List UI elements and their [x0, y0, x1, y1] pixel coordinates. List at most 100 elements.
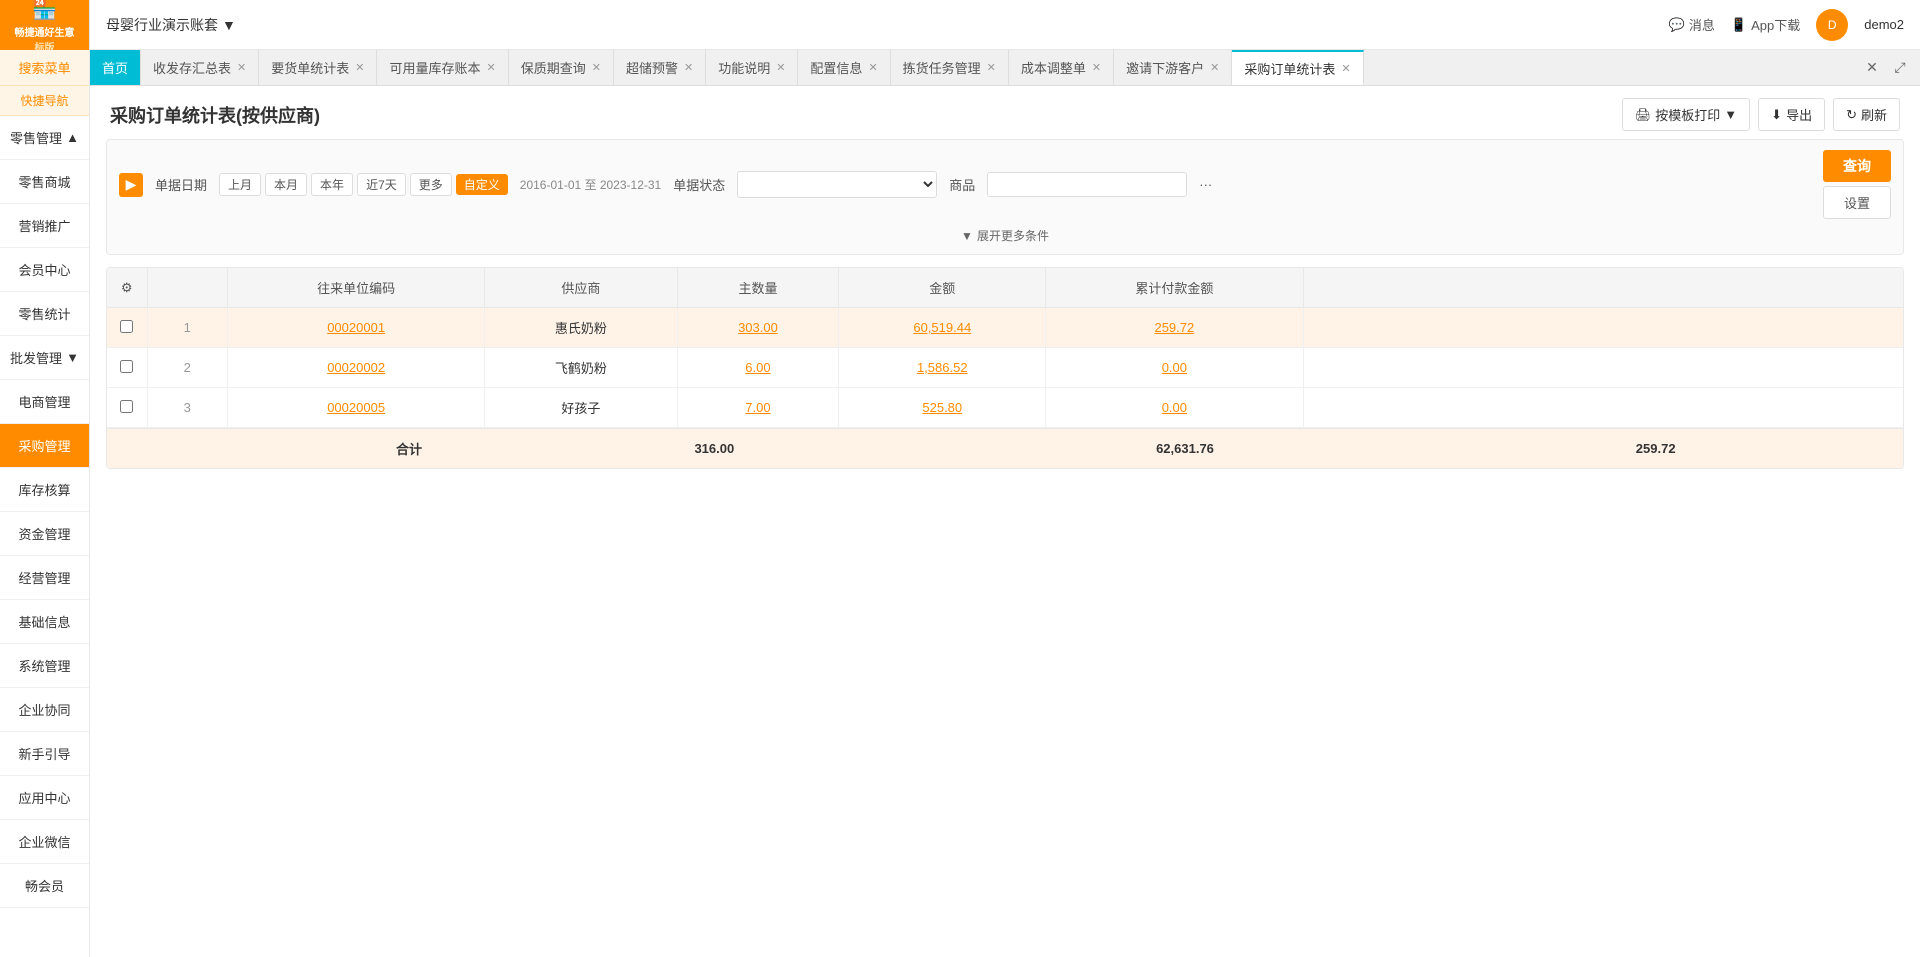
- paid-link[interactable]: 259.72: [1154, 320, 1194, 335]
- row-checkbox-input[interactable]: [120, 360, 133, 373]
- sidebar-item-retail-stats[interactable]: 零售统计: [0, 292, 89, 336]
- this-month-button[interactable]: 本月: [265, 173, 307, 196]
- row-checkbox[interactable]: [107, 348, 147, 388]
- row-supplier: 好孩子: [485, 388, 677, 428]
- paid-link[interactable]: 0.00: [1162, 360, 1187, 375]
- tab-tuohuo[interactable]: 拣货任务管理 ✕: [891, 50, 1009, 86]
- amount-link[interactable]: 1,586.52: [917, 360, 968, 375]
- sidebar-item-retail[interactable]: 零售管理 ▲: [0, 116, 89, 160]
- tab-close-icon[interactable]: ✕: [1210, 61, 1219, 74]
- close-tab-btn[interactable]: ✕: [1860, 56, 1884, 80]
- row-supplier: 惠氏奶粉: [485, 308, 677, 348]
- qty-link[interactable]: 6.00: [745, 360, 770, 375]
- sidebar-item-inventory[interactable]: 库存核算: [0, 468, 89, 512]
- tab-close-icon[interactable]: ✕: [355, 61, 364, 74]
- num-column-header: [147, 268, 228, 308]
- tabs-actions: ✕ ⤢: [1852, 56, 1920, 80]
- footer-paid: 259.72: [1420, 441, 1891, 456]
- tab-shoufahui[interactable]: 收发存汇总表 ✕: [141, 50, 259, 86]
- sidebar-item-enterprise[interactable]: 企业协同: [0, 688, 89, 732]
- tab-caigou[interactable]: 采购订单统计表 ✕: [1232, 50, 1363, 86]
- sidebar-item-purchase[interactable]: 采购管理: [0, 424, 89, 468]
- sidebar-item-wholesale[interactable]: 批发管理 ▼: [0, 336, 89, 380]
- settings-button[interactable]: 设置: [1823, 186, 1891, 219]
- tab-close-icon[interactable]: ✕: [592, 61, 601, 74]
- sidebar-item-ecommerce[interactable]: 电商管理: [0, 380, 89, 424]
- sidebar-item-operations[interactable]: 经营管理: [0, 556, 89, 600]
- app-download-btn[interactable]: 📱 App下载: [1731, 15, 1800, 34]
- tab-yaohuo[interactable]: 要货单统计表 ✕: [259, 50, 377, 86]
- paid-link[interactable]: 0.00: [1162, 400, 1187, 415]
- sidebar-item-finance[interactable]: 资金管理: [0, 512, 89, 556]
- avatar[interactable]: D: [1816, 9, 1848, 41]
- sidebar-item-system[interactable]: 系统管理: [0, 644, 89, 688]
- more-options-icon[interactable]: ···: [1199, 177, 1212, 192]
- filter-toggle-button[interactable]: ▶: [119, 173, 143, 197]
- tab-label: 邀请下游客户: [1126, 58, 1204, 77]
- tab-label: 可用量库存账本: [389, 58, 480, 77]
- row-checkbox[interactable]: [107, 388, 147, 428]
- sidebar-item-newbie[interactable]: 新手引导: [0, 732, 89, 776]
- tab-chaochuyujing[interactable]: 超储预警 ✕: [614, 50, 706, 86]
- custom-badge[interactable]: 自定义: [456, 174, 508, 195]
- tab-close-icon[interactable]: ✕: [1341, 62, 1350, 75]
- amount-link[interactable]: 60,519.44: [913, 320, 971, 335]
- settings-icon[interactable]: ⚙: [121, 280, 133, 295]
- sidebar-item-member[interactable]: 会员中心: [0, 248, 89, 292]
- export-button[interactable]: ⬇ 导出: [1758, 98, 1825, 131]
- tab-close-icon[interactable]: ✕: [868, 61, 877, 74]
- sidebar-item-vip[interactable]: 畅会员: [0, 864, 89, 908]
- row-checkbox-input[interactable]: [120, 320, 133, 333]
- code-link[interactable]: 00020002: [327, 360, 385, 375]
- tab-close-icon[interactable]: ✕: [1092, 61, 1101, 74]
- status-select[interactable]: [737, 171, 937, 198]
- tab-close-icon[interactable]: ✕: [776, 61, 785, 74]
- message-btn[interactable]: 💬 消息: [1669, 15, 1715, 34]
- sidebar-item-appcenter[interactable]: 应用中心: [0, 776, 89, 820]
- row-checkbox[interactable]: [107, 308, 147, 348]
- refresh-button[interactable]: ↻ 刷新: [1833, 98, 1900, 131]
- tab-baozhi[interactable]: 保质期查询 ✕: [509, 50, 614, 86]
- topbar: 母婴行业演示账套 ▼ 💬 消息 📱 App下载 D demo2: [90, 0, 1920, 50]
- account-dropdown[interactable]: 母婴行业演示账套 ▼: [106, 15, 236, 35]
- filter-date-buttons: 上月 本月 本年 近7天 更多 自定义: [219, 173, 508, 196]
- tab-yaoqing[interactable]: 邀请下游客户 ✕: [1114, 50, 1232, 86]
- more-date-button[interactable]: 更多: [410, 173, 452, 196]
- tab-kuyun[interactable]: 可用量库存账本 ✕: [377, 50, 508, 86]
- dropdown-arrow-icon: ▼: [222, 17, 236, 33]
- tab-close-icon[interactable]: ✕: [237, 61, 246, 74]
- maximize-tab-btn[interactable]: ⤢: [1888, 56, 1912, 80]
- code-link[interactable]: 00020001: [327, 320, 385, 335]
- tab-gongneng[interactable]: 功能说明 ✕: [706, 50, 798, 86]
- query-button[interactable]: 查询: [1823, 150, 1891, 182]
- tab-chengben[interactable]: 成本调整单 ✕: [1009, 50, 1114, 86]
- goods-input[interactable]: [987, 172, 1187, 197]
- row-checkbox-input[interactable]: [120, 400, 133, 413]
- expand-more-button[interactable]: ▼ 展开更多条件: [961, 227, 1049, 244]
- seven-days-button[interactable]: 近7天: [357, 173, 406, 196]
- filter-expand-row: ▼ 展开更多条件: [119, 219, 1891, 244]
- sidebar-item-marketing[interactable]: 营销推广: [0, 204, 89, 248]
- qty-link[interactable]: 7.00: [745, 400, 770, 415]
- last-month-button[interactable]: 上月: [219, 173, 261, 196]
- tab-close-icon[interactable]: ✕: [684, 61, 693, 74]
- tab-peizhixinxi[interactable]: 配置信息 ✕: [798, 50, 890, 86]
- filter-area: ▶ 单据日期 上月 本月 本年 近7天 更多 自定义 2016-01-01 至 …: [106, 139, 1904, 255]
- tab-label: 超储预警: [626, 58, 678, 77]
- tab-close-icon[interactable]: ✕: [487, 61, 496, 74]
- sidebar-item-shop[interactable]: 零售商城: [0, 160, 89, 204]
- sidebar-item-quicknav[interactable]: 快捷导航: [0, 86, 89, 116]
- print-button[interactable]: 🖨 按模板打印 ▼: [1622, 98, 1750, 131]
- sidebar-item-wechat[interactable]: 企业微信: [0, 820, 89, 864]
- sidebar-item-basic[interactable]: 基础信息: [0, 600, 89, 644]
- amount-link[interactable]: 525.80: [922, 400, 962, 415]
- this-year-button[interactable]: 本年: [311, 173, 353, 196]
- username[interactable]: demo2: [1864, 17, 1904, 32]
- tab-home[interactable]: 首页: [90, 50, 141, 86]
- qty-link[interactable]: 303.00: [738, 320, 778, 335]
- code-link[interactable]: 00020005: [327, 400, 385, 415]
- settings-column-header[interactable]: ⚙: [107, 268, 147, 308]
- sidebar-item-search[interactable]: 搜索菜单: [0, 50, 89, 86]
- date-range-display: 2016-01-01 至 2023-12-31: [520, 176, 661, 193]
- tab-close-icon[interactable]: ✕: [987, 61, 996, 74]
